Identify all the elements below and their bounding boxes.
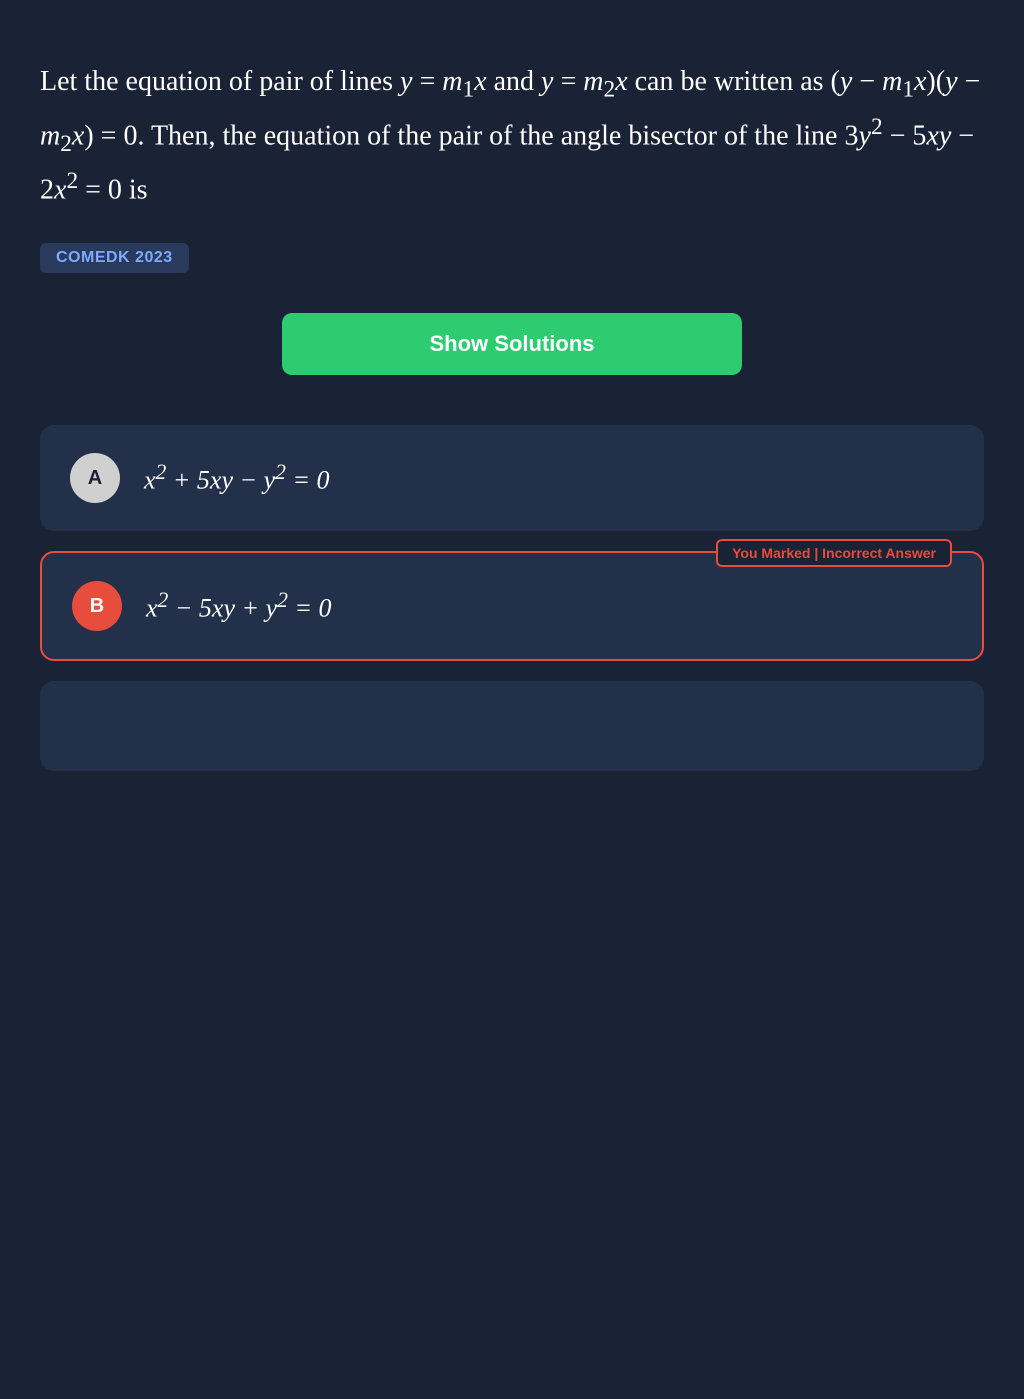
show-solutions-button[interactable]: Show Solutions xyxy=(282,313,742,375)
question-container: Let the equation of pair of lines y = m1… xyxy=(30,40,994,811)
exam-tag-badge: COMEDK 2023 xyxy=(40,243,189,273)
incorrect-answer-badge: You Marked | Incorrect Answer xyxy=(716,539,952,567)
option-a-math: x2 + 5xy − y2 = 0 xyxy=(144,460,329,496)
option-b-label: B xyxy=(72,581,122,631)
option-b-card[interactable]: You Marked | Incorrect Answer B x2 − 5xy… xyxy=(40,551,984,661)
option-b-math: x2 − 5xy + y2 = 0 xyxy=(146,588,331,624)
option-a-label: A xyxy=(70,453,120,503)
option-a-card[interactable]: A x2 + 5xy − y2 = 0 xyxy=(40,425,984,531)
question-text: Let the equation of pair of lines y = m1… xyxy=(40,60,984,213)
option-c-card[interactable] xyxy=(40,681,984,771)
